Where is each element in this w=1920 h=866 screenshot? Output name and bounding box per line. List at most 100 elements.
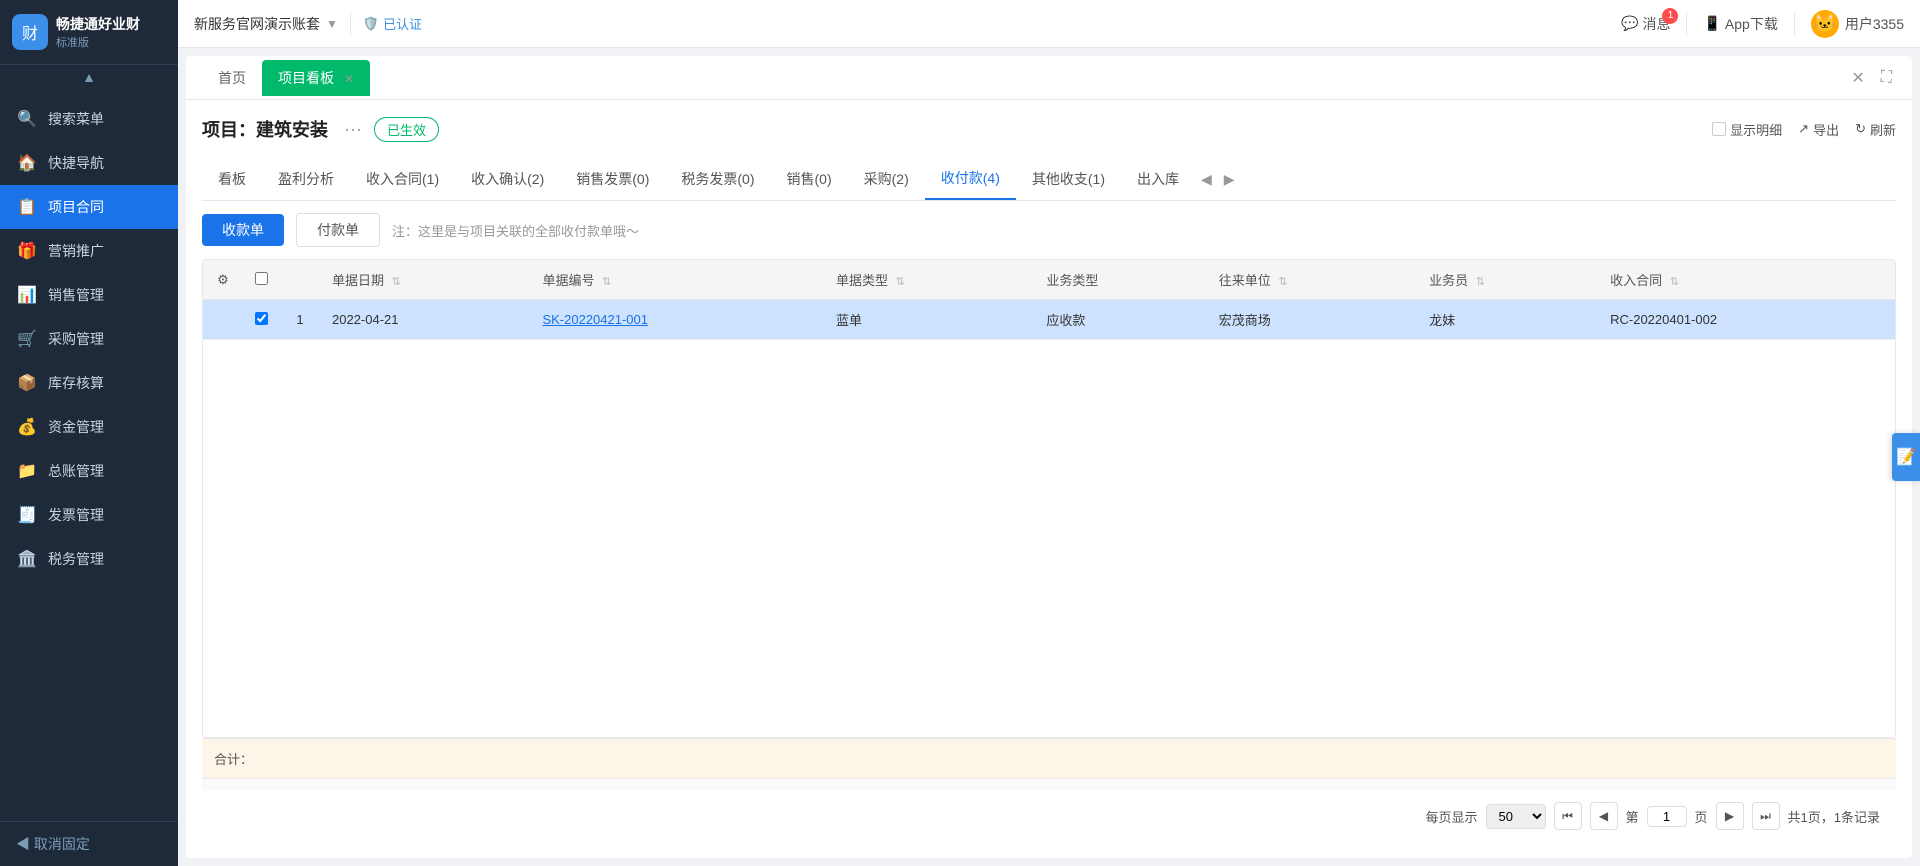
sub-tab-sales-invoice[interactable]: 销售发票(0) [560, 159, 665, 199]
sort-icon[interactable]: ⇅ [602, 276, 611, 288]
detail-checkbox[interactable] [1712, 122, 1726, 136]
sidebar-item-search[interactable]: 🔍 搜索菜单 [0, 97, 178, 141]
sidebar-item-capital[interactable]: 💰 资金管理 [0, 405, 178, 449]
td-partner: 宏茂商场 [1207, 300, 1417, 340]
sort-icon[interactable]: ⇅ [392, 276, 401, 288]
money-icon: 💰 [16, 417, 38, 437]
sort-icon[interactable]: ⇅ [1278, 276, 1287, 288]
sub-tab-sales[interactable]: 销售(0) [771, 159, 848, 199]
box-icon: 📦 [16, 373, 38, 393]
sidebar-item-label: 项目合同 [48, 197, 104, 217]
page-label: 第 [1626, 807, 1639, 826]
tab-close-icon[interactable]: ✕ [344, 72, 354, 86]
per-page-label: 每页显示 [1425, 807, 1477, 826]
row-checkbox[interactable] [255, 312, 268, 325]
sidebar-scroll-up[interactable]: ▲ [0, 65, 178, 89]
th-date: 单据日期 ⇅ [320, 260, 530, 300]
table-wrap: ⚙ 单据日期 ⇅ 单据编号 [202, 259, 1896, 738]
sidebar-item-marketing[interactable]: 🎁 营销推广 [0, 229, 178, 273]
maximize-window-button[interactable]: ⛶ [1877, 64, 1896, 92]
sort-icon[interactable]: ⇅ [1670, 276, 1679, 288]
sub-tab-income-contract[interactable]: 收入合同(1) [350, 159, 455, 199]
right-float-button[interactable]: 📝 [1892, 433, 1920, 481]
project-status-badge: 已生效 [374, 117, 439, 142]
sub-tab-profit[interactable]: 盈利分析 [262, 159, 350, 199]
export-button[interactable]: ↗ 导出 [1798, 120, 1839, 139]
close-window-button[interactable]: ✕ [1847, 64, 1868, 92]
sidebar-item-label: 总账管理 [48, 461, 104, 481]
tab-home[interactable]: 首页 [202, 56, 262, 100]
sidebar-item-purchase[interactable]: 🛒 采购管理 [0, 317, 178, 361]
mobile-icon: 📱 [1703, 15, 1720, 32]
export-icon: ↗ [1798, 121, 1809, 137]
toolbar-note: 注：这里是与项目关联的全部收付款单哦～ [392, 221, 639, 240]
sub-tab-board[interactable]: 看板 [202, 159, 262, 199]
td-date: 2022-04-21 [320, 300, 530, 340]
td-num: 1 [280, 300, 320, 340]
sidebar-unpin[interactable]: ◀ 取消固定 [0, 821, 178, 866]
sidebar-item-ledger[interactable]: 📁 总账管理 [0, 449, 178, 493]
toolbar: 收款单 付款单 注：这里是与项目关联的全部收付款单哦～ [202, 201, 1896, 259]
sidebar-item-quick-nav[interactable]: 🏠 快捷导航 [0, 141, 178, 185]
avatar: 🐱 [1811, 10, 1839, 38]
sidebar-item-label: 库存核算 [48, 373, 104, 393]
th-gear: ⚙ [203, 260, 243, 300]
sub-tab-collection[interactable]: 收付款(4) [925, 158, 1016, 200]
message-button[interactable]: 💬 消息 1 [1621, 14, 1670, 34]
more-options-icon[interactable]: ··· [344, 119, 362, 140]
td-code: SK-20220421-001 [530, 300, 824, 340]
th-checkbox [243, 260, 280, 300]
pagination: 每页显示 50 20 100 ⏮ ◀ 第 页 ▶ ⏭ 共1页，1条记录 [202, 790, 1896, 842]
record-link[interactable]: SK-20220421-001 [542, 312, 648, 327]
per-page-select[interactable]: 50 20 100 [1486, 804, 1546, 829]
th-biz-type: 业务类型 [1034, 260, 1206, 300]
home-icon: 🏠 [16, 153, 38, 173]
sub-tab-prev-icon[interactable]: ◀ [1195, 163, 1218, 196]
select-all-checkbox[interactable] [255, 272, 268, 285]
payment-button[interactable]: 付款单 [296, 213, 380, 247]
sort-icon[interactable]: ⇅ [1476, 276, 1485, 288]
app-download-button[interactable]: 📱 App下载 [1703, 14, 1777, 34]
certified-badge: 🛡️ 已认证 [363, 14, 422, 33]
show-detail-button[interactable]: 显示明细 [1712, 120, 1782, 139]
user-menu[interactable]: 🐱 用户3355 [1811, 10, 1904, 38]
main-area: 新服务官网演示账套 ▼ 🛡️ 已认证 💬 消息 1 📱 App下载 🐱 用户33… [178, 0, 1920, 866]
sidebar-item-tax[interactable]: 🏛️ 税务管理 [0, 537, 178, 581]
table-row: 1 2022-04-21 SK-20220421-001 蓝单 应收款 宏茂商场… [203, 300, 1895, 340]
receipt-button[interactable]: 收款单 [202, 214, 284, 246]
th-type: 单据类型 ⇅ [824, 260, 1034, 300]
project-selector[interactable]: 新服务官网演示账套 ▼ [194, 14, 338, 34]
sub-tab-purchase[interactable]: 采购(2) [848, 159, 925, 199]
topbar: 新服务官网演示账套 ▼ 🛡️ 已认证 💬 消息 1 📱 App下载 🐱 用户33… [178, 0, 1920, 48]
sidebar-item-project-contract[interactable]: 📋 项目合同 [0, 185, 178, 229]
sidebar-item-label: 营销推广 [48, 241, 104, 261]
refresh-icon: ↻ [1855, 121, 1866, 137]
sidebar-item-invoice[interactable]: 🧾 发票管理 [0, 493, 178, 537]
prev-page-button[interactable]: ◀ [1590, 802, 1618, 830]
cart-icon: 🛒 [16, 329, 38, 349]
td-type: 蓝单 [824, 300, 1034, 340]
sort-icon[interactable]: ⇅ [896, 276, 905, 288]
sub-tab-other-income[interactable]: 其他收支(1) [1016, 159, 1121, 199]
page-number-input[interactable] [1647, 806, 1687, 827]
sidebar: 财 畅捷通好业财 标准版 ▲ 🔍 搜索菜单 🏠 快捷导航 📋 项目合同 🎁 营销… [0, 0, 178, 866]
sub-tab-inout[interactable]: 出入库 [1121, 159, 1195, 199]
sub-tab-tax-invoice[interactable]: 税务发票(0) [665, 159, 770, 199]
last-page-button[interactable]: ⏭ [1752, 802, 1780, 830]
topbar-right: 💬 消息 1 📱 App下载 🐱 用户3355 [1621, 10, 1904, 38]
refresh-button[interactable]: ↻ 刷新 [1855, 120, 1896, 139]
sidebar-logo: 财 畅捷通好业财 标准版 [0, 0, 178, 65]
content-area: 首页 项目看板 ✕ ✕ ⛶ 项目：建筑安装 ··· 已生效 [186, 56, 1912, 858]
sidebar-item-label: 销售管理 [48, 285, 104, 305]
tab-project-board[interactable]: 项目看板 ✕ [262, 60, 370, 96]
search-icon: 🔍 [16, 109, 38, 129]
sidebar-item-inventory[interactable]: 📦 库存核算 [0, 361, 178, 405]
next-page-button[interactable]: ▶ [1716, 802, 1744, 830]
sidebar-nav: 🔍 搜索菜单 🏠 快捷导航 📋 项目合同 🎁 营销推广 📊 销售管理 🛒 采购管… [0, 89, 178, 821]
sub-tab-next-icon[interactable]: ▶ [1218, 163, 1241, 196]
first-page-button[interactable]: ⏮ [1554, 802, 1582, 830]
sub-tab-income-confirm[interactable]: 收入确认(2) [455, 159, 560, 199]
sidebar-item-sales[interactable]: 📊 销售管理 [0, 273, 178, 317]
table-scrollbar[interactable] [202, 778, 1896, 790]
gear-icon[interactable]: ⚙ [217, 272, 229, 287]
